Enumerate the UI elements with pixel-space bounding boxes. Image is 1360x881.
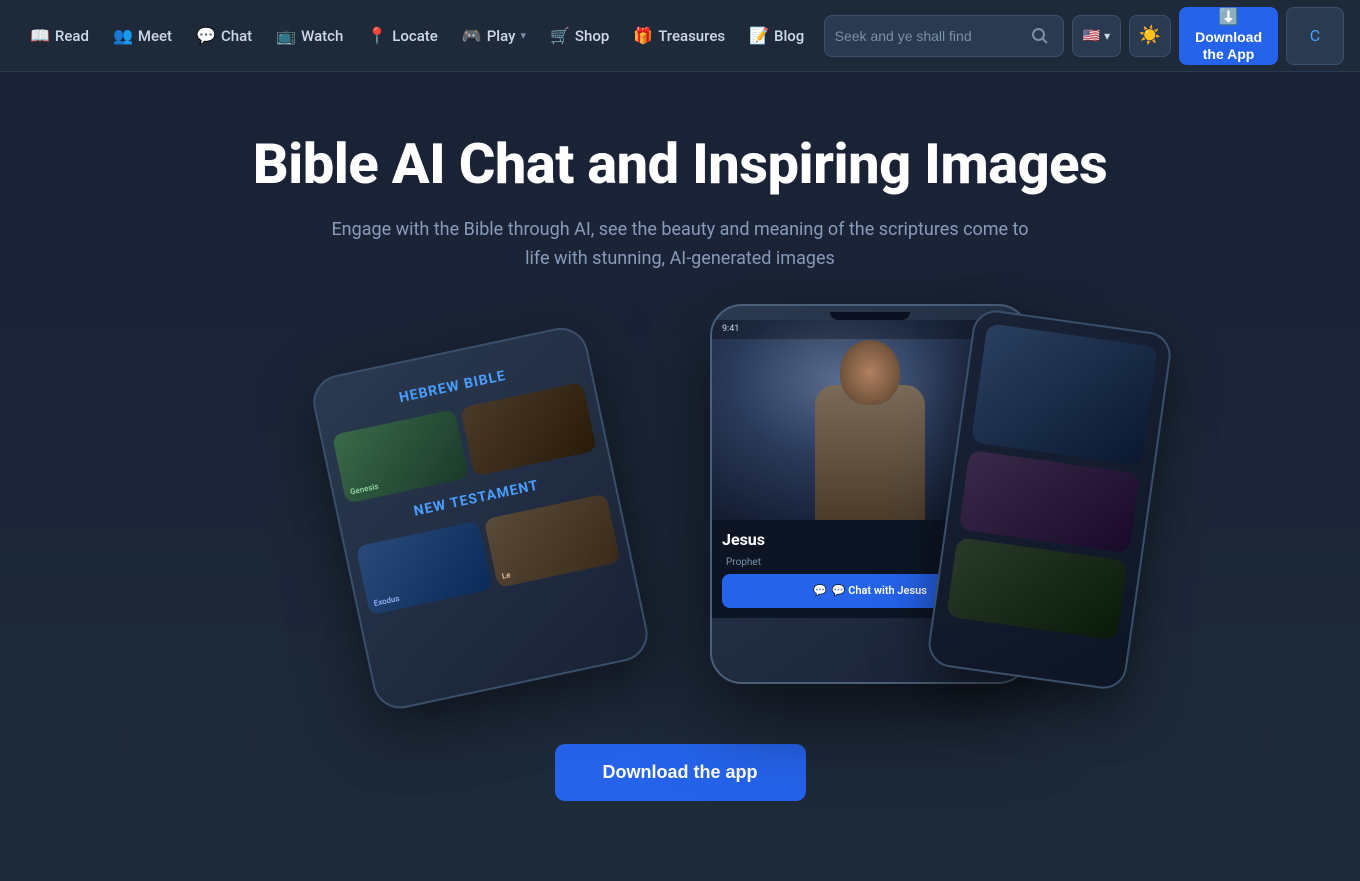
download-app-button[interactable]: ⬇️ Download the App [1179,7,1278,65]
phone-jesus-title: Jesus [722,530,765,549]
nav-item-watch[interactable]: 📺 Watch [266,18,353,53]
phone-prophet-label: Prophet [722,557,765,568]
nav-item-read[interactable]: 📖 Read [20,18,99,53]
nav-item-shop[interactable]: 🛒 Shop [540,18,619,53]
hero-title: Bible AI Chat and Inspiring Images [253,132,1108,196]
phone-time: 9:41 [722,324,739,335]
nav-item-meet[interactable]: 👥 Meet [103,18,182,53]
phone-card-le: Le [501,570,511,581]
cta-section: Download the app [555,724,806,841]
chevron-down-icon: ▾ [1104,29,1110,43]
hero-section: Bible AI Chat and Inspiring Images Engag… [0,72,1360,881]
nav-item-play[interactable]: 🎮 Play ▾ [452,18,536,53]
play-chevron: ▾ [520,29,526,42]
nav-item-blog[interactable]: 📝 Blog [739,18,814,53]
watch-icon: 📺 [276,26,296,45]
treasures-icon: 🎁 [633,26,653,45]
phone-card-exodus: Exodus [373,594,400,608]
nav-item-treasures[interactable]: 🎁 Treasures [623,18,735,53]
read-icon: 📖 [30,26,50,45]
nav-item-chat[interactable]: 💬 Chat [186,18,262,53]
search-wrapper [824,15,1064,57]
phone-mockup-container: HEBREW BIBLE Genesis NEW TESTAMENT Exodu… [330,314,1030,684]
sun-icon: ☀️ [1139,25,1161,46]
nav-item-locate[interactable]: 📍 Locate [357,18,447,53]
phone-mockup-back: HEBREW BIBLE Genesis NEW TESTAMENT Exodu… [308,323,653,714]
download-app-label: Download the App [1195,29,1262,63]
play-icon: 🎮 [462,26,482,45]
meet-icon: 👥 [113,26,133,45]
download-app-cta-button[interactable]: Download the app [555,744,806,801]
phone-notch [830,312,910,320]
theme-toggle-button[interactable]: ☀️ [1129,15,1171,57]
search-button[interactable] [1027,23,1053,49]
locate-icon: 📍 [367,26,387,45]
search-input[interactable] [835,28,1027,44]
shop-icon: 🛒 [550,26,570,45]
flag-icon: 🇺🇸 [1083,28,1100,44]
menu-icon: C [1310,26,1320,45]
extra-menu-button[interactable]: C [1286,7,1344,65]
chat-btn-icon: 💬 [813,584,827,597]
hero-subtitle: Engage with the Bible through AI, see th… [330,216,1030,274]
chat-icon: 💬 [196,26,216,45]
blog-icon: 📝 [749,26,769,45]
nav-search-area: 🇺🇸 ▾ ☀️ ⬇️ Download the App C [824,7,1344,65]
phone-card-genesis: Genesis [349,482,379,497]
navbar: 📖 Read 👥 Meet 💬 Chat 📺 Watch 📍 Locate 🎮 … [0,0,1360,72]
language-dropdown[interactable]: 🇺🇸 ▾ [1072,15,1121,57]
download-icon: ⬇️ [1219,8,1239,27]
